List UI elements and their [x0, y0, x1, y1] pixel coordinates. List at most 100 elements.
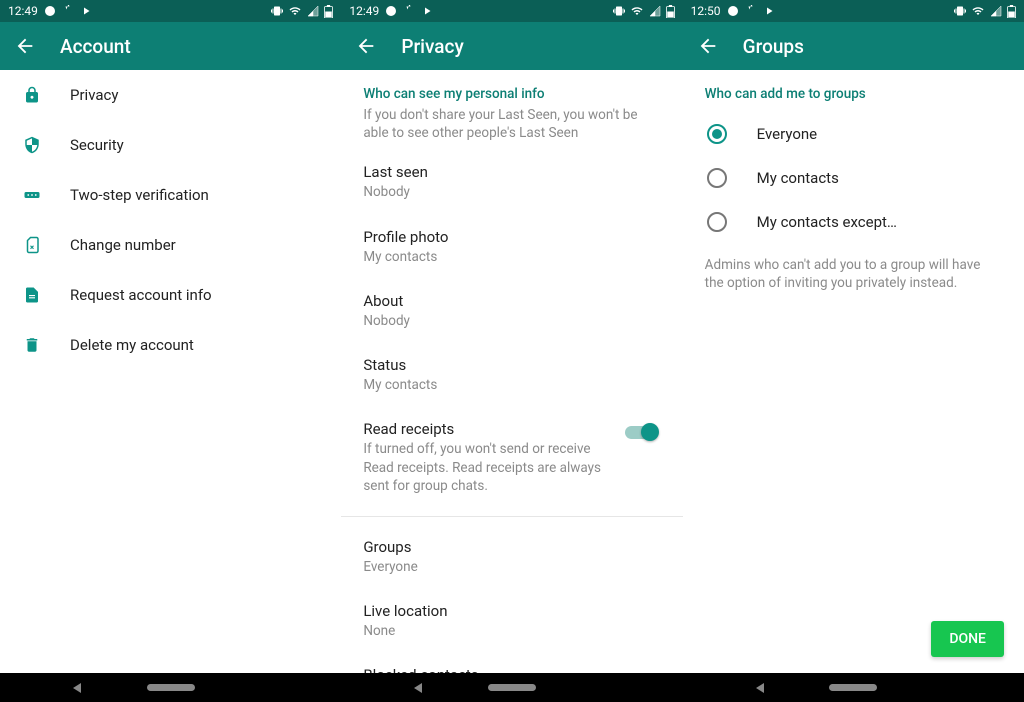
setting-title: Groups	[363, 538, 660, 556]
account-item-change-number[interactable]: Change number	[0, 220, 341, 270]
list-item-label: Privacy	[70, 86, 118, 104]
setting-title: Profile photo	[363, 228, 660, 246]
setting-title: Live location	[363, 602, 660, 620]
account-item-request-info[interactable]: Request account info	[0, 270, 341, 320]
setting-live-location[interactable]: Live location None	[341, 589, 682, 653]
setting-title: About	[363, 292, 660, 310]
setting-about[interactable]: About Nobody	[341, 279, 682, 343]
status-bar: 12:50	[683, 0, 1024, 22]
privacy-list: Who can see my personal info If you don'…	[341, 70, 682, 673]
document-icon	[22, 286, 42, 304]
nav-back-icon[interactable]	[756, 683, 764, 693]
battery-icon	[666, 5, 675, 18]
list-item-label: Two-step verification	[70, 186, 209, 204]
wifi-icon	[288, 5, 302, 17]
signal-icon	[648, 5, 662, 17]
status-time: 12:49	[8, 4, 38, 18]
account-list: Privacy Security Two-step verification C…	[0, 70, 341, 673]
app-bar: Groups	[683, 22, 1024, 70]
list-item-label: Delete my account	[70, 336, 194, 354]
status-time: 12:49	[349, 4, 379, 18]
status-icon	[44, 5, 56, 17]
back-icon[interactable]	[14, 35, 36, 57]
groups-content: Who can add me to groups Everyone My con…	[683, 70, 1024, 673]
read-receipts-toggle[interactable]	[625, 423, 661, 441]
lock-icon	[22, 86, 42, 104]
list-item-label: Security	[70, 136, 124, 154]
vibrate-icon	[612, 5, 626, 17]
list-item-label: Request account info	[70, 286, 212, 304]
setting-title: Last seen	[363, 163, 660, 181]
pin-icon	[22, 186, 42, 204]
radio-option-my-contacts-except[interactable]: My contacts except…	[683, 200, 1024, 244]
done-button[interactable]: DONE	[931, 621, 1004, 657]
setting-title: Read receipts	[363, 420, 612, 438]
nav-home-icon[interactable]	[829, 684, 877, 691]
back-icon[interactable]	[355, 35, 377, 57]
setting-value: None	[363, 622, 660, 640]
account-item-privacy[interactable]: Privacy	[0, 70, 341, 120]
setting-value: Everyone	[363, 558, 660, 576]
section-subtext: If you don't share your Last Seen, you w…	[341, 106, 682, 150]
setting-desc: If turned off, you won't send or receive…	[363, 440, 612, 495]
account-item-two-step[interactable]: Two-step verification	[0, 170, 341, 220]
radio-icon	[707, 124, 727, 144]
radio-option-everyone[interactable]: Everyone	[683, 112, 1024, 156]
section-header: Who can add me to groups	[683, 70, 1024, 106]
status-icon	[62, 5, 74, 17]
page-title: Account	[60, 35, 131, 58]
page-title: Groups	[743, 35, 804, 58]
page-title: Privacy	[401, 35, 463, 58]
app-bar: Privacy	[341, 22, 682, 70]
setting-value: Nobody	[363, 183, 660, 201]
status-icon	[763, 5, 775, 17]
three-phone-container: 12:49 Account Privacy Securi	[0, 0, 1024, 673]
radio-option-my-contacts[interactable]: My contacts	[683, 156, 1024, 200]
setting-value: My contacts	[363, 248, 660, 266]
nav-back-icon[interactable]	[414, 683, 422, 693]
sim-icon	[22, 236, 42, 254]
setting-value: My contacts	[363, 376, 660, 394]
setting-groups[interactable]: Groups Everyone	[341, 525, 682, 589]
divider	[341, 516, 682, 517]
setting-profile-photo[interactable]: Profile photo My contacts	[341, 215, 682, 279]
footer-text: Admins who can't add you to a group will…	[683, 244, 1024, 300]
battery-icon	[1007, 5, 1016, 18]
radio-icon	[707, 212, 727, 232]
trash-icon	[22, 336, 42, 354]
setting-last-seen[interactable]: Last seen Nobody	[341, 150, 682, 214]
signal-icon	[989, 5, 1003, 17]
vibrate-icon	[270, 5, 284, 17]
battery-icon	[324, 5, 333, 18]
android-navbar	[0, 673, 1024, 702]
account-item-security[interactable]: Security	[0, 120, 341, 170]
app-bar: Account	[0, 22, 341, 70]
setting-status[interactable]: Status My contacts	[341, 343, 682, 407]
signal-icon	[306, 5, 320, 17]
radio-label: My contacts except…	[757, 213, 897, 231]
back-icon[interactable]	[697, 35, 719, 57]
section-header: Who can see my personal info	[341, 70, 682, 106]
setting-blocked-contacts[interactable]: Blocked contacts	[341, 653, 682, 673]
radio-label: My contacts	[757, 169, 839, 187]
setting-read-receipts[interactable]: Read receipts If turned off, you won't s…	[341, 407, 682, 508]
phone-groups: 12:50 Groups Who can add me to groups Ev…	[683, 0, 1024, 673]
setting-title: Status	[363, 356, 660, 374]
phone-privacy: 12:49 Privacy Who can see my personal in…	[341, 0, 682, 673]
status-icon	[80, 5, 92, 17]
list-item-label: Change number	[70, 236, 176, 254]
nav-home-icon[interactable]	[147, 684, 195, 691]
wifi-icon	[630, 5, 644, 17]
status-icon	[385, 5, 397, 17]
wifi-icon	[971, 5, 985, 17]
nav-home-icon[interactable]	[488, 684, 536, 691]
radio-icon	[707, 168, 727, 188]
radio-label: Everyone	[757, 125, 817, 143]
nav-back-icon[interactable]	[73, 683, 81, 693]
account-item-delete[interactable]: Delete my account	[0, 320, 341, 370]
status-icon	[403, 5, 415, 17]
status-icon	[727, 5, 739, 17]
status-icon	[745, 5, 757, 17]
status-time: 12:50	[691, 4, 721, 18]
status-icon	[421, 5, 433, 17]
